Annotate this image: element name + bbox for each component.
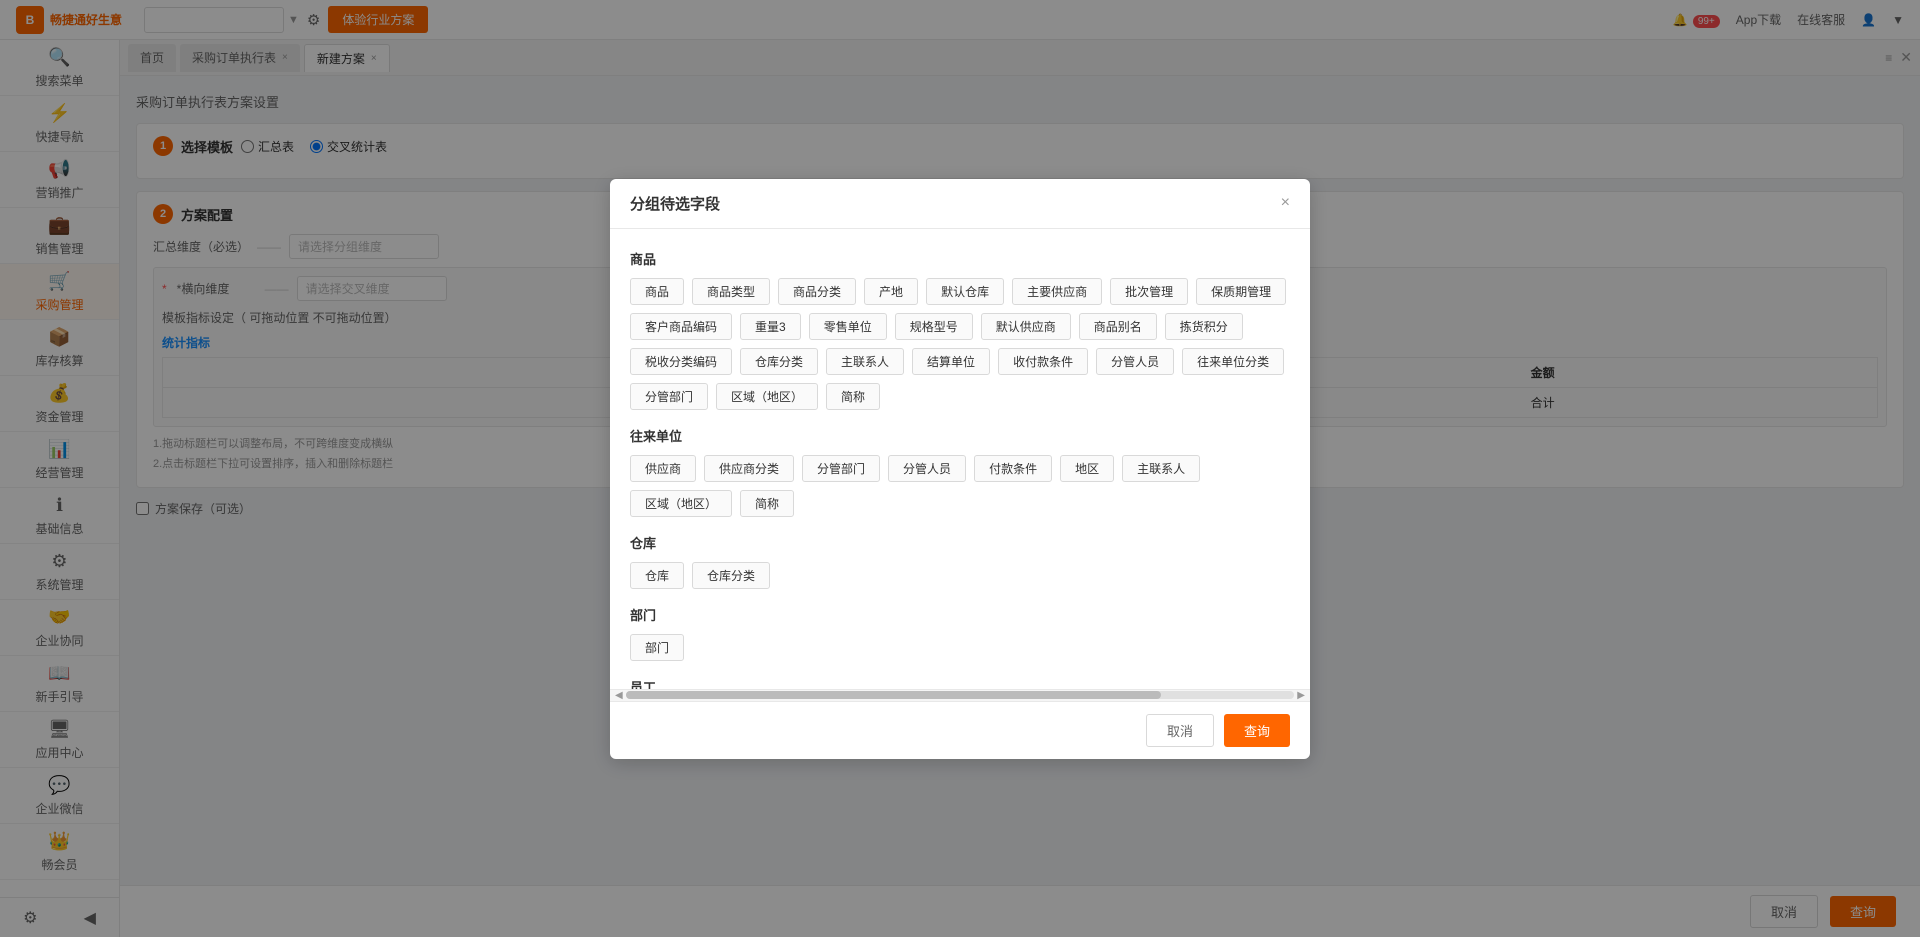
modal-overlay: 分组待选字段 × 商品 商品 商品类型 商品分类 产地 默认仓库 主要供应商 批… — [0, 0, 1920, 937]
field-product[interactable]: 商品 — [630, 278, 684, 305]
field-product-alias[interactable]: 商品别名 — [1079, 313, 1157, 340]
modal-confirm-button[interactable]: 查询 — [1224, 714, 1290, 747]
field-warehouse-cat[interactable]: 仓库分类 — [692, 562, 770, 589]
group-title-warehouse: 仓库 — [630, 533, 1290, 552]
field-area-partner[interactable]: 地区 — [1060, 455, 1114, 482]
group-fields-dept: 部门 — [630, 634, 1290, 661]
modal-title: 分组待选字段 — [630, 193, 720, 214]
modal-hscroll[interactable]: ◀ ▶ — [610, 689, 1310, 701]
group-title-product: 商品 — [630, 249, 1290, 268]
modal-close-button[interactable]: × — [1281, 195, 1290, 211]
field-supplier[interactable]: 供应商 — [630, 455, 696, 482]
group-fields-product: 商品 商品类型 商品分类 产地 默认仓库 主要供应商 批次管理 保质期管理 客户… — [630, 278, 1290, 410]
group-title-dept: 部门 — [630, 605, 1290, 624]
field-product-category[interactable]: 商品分类 — [778, 278, 856, 305]
field-dept-mgmt[interactable]: 分管部门 — [630, 383, 708, 410]
modal-body: 商品 商品 商品类型 商品分类 产地 默认仓库 主要供应商 批次管理 保质期管理… — [610, 229, 1310, 689]
field-tax-code[interactable]: 税收分类编码 — [630, 348, 732, 375]
field-dept-partner[interactable]: 分管部门 — [802, 455, 880, 482]
field-origin[interactable]: 产地 — [864, 278, 918, 305]
group-fields-warehouse: 仓库 仓库分类 — [630, 562, 1290, 589]
field-batch-mgmt[interactable]: 批次管理 — [1110, 278, 1188, 305]
hscroll-bar[interactable] — [626, 691, 1295, 699]
field-spec-model[interactable]: 规格型号 — [895, 313, 973, 340]
field-short-name-partner[interactable]: 简称 — [740, 490, 794, 517]
field-select-modal: 分组待选字段 × 商品 商品 商品类型 商品分类 产地 默认仓库 主要供应商 批… — [610, 179, 1310, 759]
field-manager[interactable]: 分管人员 — [1096, 348, 1174, 375]
group-title-staff: 员工 — [630, 677, 1290, 689]
field-region-partner[interactable]: 区域（地区） — [630, 490, 732, 517]
field-pick-points[interactable]: 拣货积分 — [1165, 313, 1243, 340]
field-customer-code[interactable]: 客户商品编码 — [630, 313, 732, 340]
field-short-name-product[interactable]: 简称 — [826, 383, 880, 410]
field-region-product[interactable]: 区域（地区） — [716, 383, 818, 410]
field-product-type[interactable]: 商品类型 — [692, 278, 770, 305]
field-main-contact-partner[interactable]: 主联系人 — [1122, 455, 1200, 482]
modal-cancel-button[interactable]: 取消 — [1146, 714, 1214, 747]
field-dept[interactable]: 部门 — [630, 634, 684, 661]
hscroll-right-arrow[interactable]: ▶ — [1294, 690, 1308, 701]
field-main-supplier[interactable]: 主要供应商 — [1012, 278, 1102, 305]
field-retail-unit[interactable]: 零售单位 — [809, 313, 887, 340]
field-shelf-life[interactable]: 保质期管理 — [1196, 278, 1286, 305]
group-fields-partner: 供应商 供应商分类 分管部门 分管人员 付款条件 地区 主联系人 区域（地区） … — [630, 455, 1290, 517]
field-warehouse[interactable]: 仓库 — [630, 562, 684, 589]
field-weight3[interactable]: 重量3 — [740, 313, 801, 340]
field-pay-terms-partner[interactable]: 付款条件 — [974, 455, 1052, 482]
field-default-warehouse[interactable]: 默认仓库 — [926, 278, 1004, 305]
field-settlement-unit[interactable]: 结算单位 — [912, 348, 990, 375]
field-mgr-partner[interactable]: 分管人员 — [888, 455, 966, 482]
group-title-partner: 往来单位 — [630, 426, 1290, 445]
field-default-supplier[interactable]: 默认供应商 — [981, 313, 1071, 340]
field-partner-category[interactable]: 往来单位分类 — [1182, 348, 1284, 375]
field-main-contact[interactable]: 主联系人 — [826, 348, 904, 375]
hscroll-thumb — [626, 691, 1161, 699]
modal-footer: 取消 查询 — [610, 701, 1310, 759]
hscroll-left-arrow[interactable]: ◀ — [612, 690, 626, 701]
field-payment-terms[interactable]: 收付款条件 — [998, 348, 1088, 375]
field-supplier-category[interactable]: 供应商分类 — [704, 455, 794, 482]
modal-header: 分组待选字段 × — [610, 179, 1310, 229]
field-warehouse-category[interactable]: 仓库分类 — [740, 348, 818, 375]
